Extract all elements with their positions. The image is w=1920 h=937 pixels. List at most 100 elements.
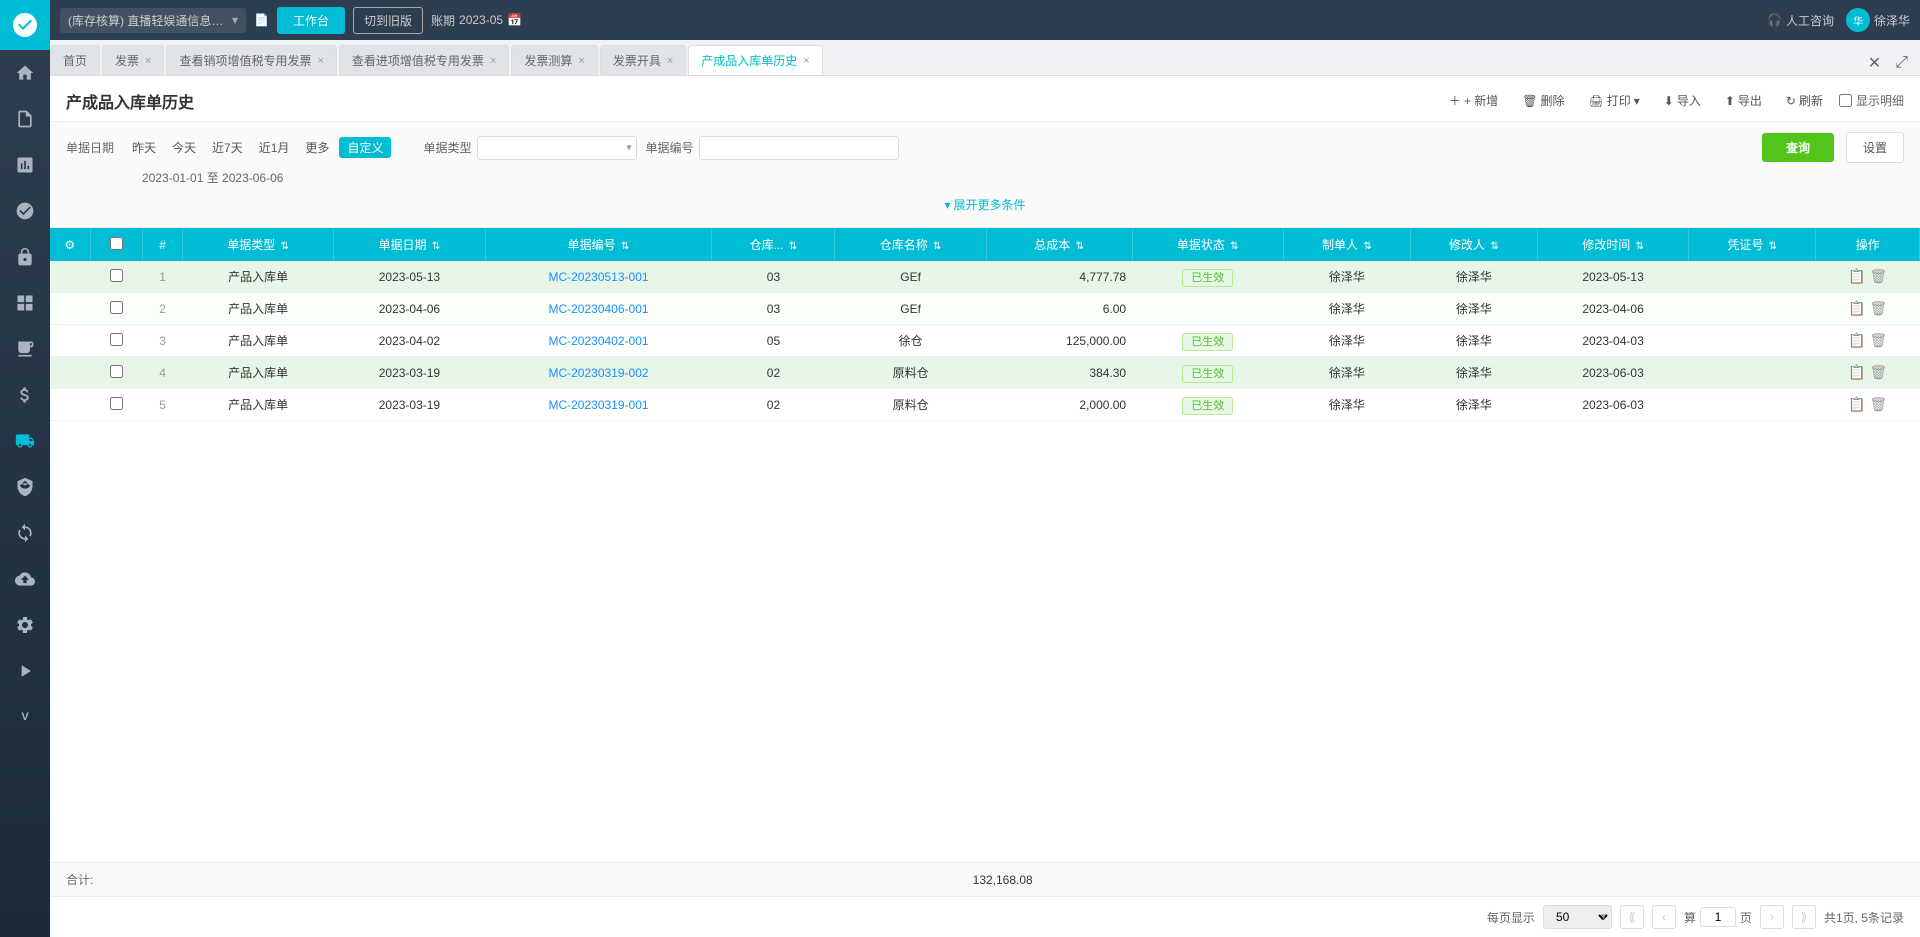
row-checkbox[interactable]	[110, 365, 123, 378]
tab-invoice-open-close[interactable]: ×	[667, 55, 673, 67]
app-logo[interactable]	[0, 0, 50, 50]
type-select[interactable]: 产品入库单	[477, 136, 637, 160]
warehouse-code-column-header[interactable]: 仓库... ⇅	[712, 228, 835, 261]
row-modify-time: 2023-06-03	[1537, 357, 1688, 389]
row-checkbox[interactable]	[110, 301, 123, 314]
delete-row-icon[interactable]: 🗑	[1869, 364, 1887, 381]
refresh-button[interactable]: ↻ 刷新	[1778, 88, 1831, 113]
print-button[interactable]: 🖨 打印 ▾	[1580, 88, 1647, 113]
tab-maximize-button[interactable]: ⤢	[1891, 52, 1912, 74]
tab-invoice[interactable]: 发票 ×	[102, 45, 164, 75]
row-number[interactable]: MC-20230402-001	[485, 325, 712, 357]
sidebar-item-gear2[interactable]	[0, 602, 50, 648]
date-sort-icon: ⇅	[432, 241, 440, 252]
tab-close-all-button[interactable]: ✕	[1864, 51, 1885, 75]
row-type: 产品入库单	[182, 293, 333, 325]
edit-icon[interactable]: 📋	[1848, 268, 1865, 285]
tab-home[interactable]: 首页	[50, 45, 100, 75]
import-button[interactable]: ⬇ 导入	[1656, 88, 1709, 113]
date-btn-7days[interactable]: 近7天	[206, 137, 249, 158]
row-number[interactable]: MC-20230513-001	[485, 261, 712, 293]
date-btn-custom[interactable]: 自定义	[339, 137, 391, 158]
tab-product-history-close[interactable]: ×	[803, 55, 809, 67]
delete-row-icon[interactable]: 🗑	[1869, 300, 1887, 317]
delete-row-icon[interactable]: 🗑	[1869, 332, 1887, 349]
number-filter-input[interactable]	[699, 136, 899, 160]
sidebar-item-upload[interactable]	[0, 556, 50, 602]
row-checkbox[interactable]	[110, 333, 123, 346]
date-btn-1month[interactable]: 近1月	[253, 137, 296, 158]
row-number[interactable]: MC-20230406-001	[485, 293, 712, 325]
status-column-header[interactable]: 单据状态 ⇅	[1132, 228, 1283, 261]
row-number[interactable]: MC-20230319-002	[485, 357, 712, 389]
creator-column-header[interactable]: 制单人 ⇅	[1283, 228, 1410, 261]
sidebar-item-grid[interactable]	[0, 280, 50, 326]
delete-button[interactable]: 🗑 删除	[1514, 88, 1572, 113]
tab-sales-vat[interactable]: 查看销项增值税专用发票 ×	[166, 45, 336, 75]
select-all-checkbox[interactable]	[110, 237, 123, 250]
last-page-button[interactable]: ⟫	[1792, 905, 1816, 929]
sidebar-item-stamp[interactable]	[0, 464, 50, 510]
page-size-select[interactable]: 10 20 50 100	[1543, 905, 1612, 929]
delete-row-icon[interactable]: 🗑	[1869, 268, 1887, 285]
page-number-input[interactable]	[1700, 907, 1736, 927]
sidebar-item-docs[interactable]	[0, 96, 50, 142]
edit-icon[interactable]: 📋	[1848, 364, 1865, 381]
modify-time-column-header[interactable]: 修改时间 ⇅	[1537, 228, 1688, 261]
settings-column-header[interactable]: ⚙	[50, 228, 90, 261]
warehouse-name-column-header[interactable]: 仓库名称 ⇅	[835, 228, 986, 261]
row-number[interactable]: MC-20230319-001	[485, 389, 712, 421]
next-page-button[interactable]: ›	[1760, 905, 1784, 929]
new-button[interactable]: ＋ + 新增	[1441, 88, 1506, 113]
edit-icon[interactable]: 📋	[1848, 300, 1865, 317]
workbench-button[interactable]: 工作台	[277, 7, 345, 34]
sidebar-item-home[interactable]	[0, 50, 50, 96]
tab-invoice-close[interactable]: ×	[145, 55, 151, 67]
company-selector[interactable]: (库存核算) 直播轻娱通信息技术股份... ▾	[60, 8, 246, 33]
sidebar-item-warehouse[interactable]	[0, 418, 50, 464]
sidebar-item-play[interactable]	[0, 648, 50, 694]
tab-purchase-vat-close[interactable]: ×	[490, 55, 496, 67]
sidebar-item-process[interactable]	[0, 510, 50, 556]
setting-button[interactable]: 设置	[1846, 132, 1904, 163]
sidebar-item-version[interactable]: V	[0, 694, 50, 740]
display-toggle[interactable]: 显示明细	[1839, 92, 1904, 109]
calendar-icon[interactable]: 📅	[507, 13, 522, 27]
export-button[interactable]: ⬆ 导出	[1717, 88, 1770, 113]
sidebar-item-chart[interactable]	[0, 142, 50, 188]
sidebar-item-lock[interactable]	[0, 234, 50, 280]
row-checkbox[interactable]	[110, 269, 123, 282]
switch-version-button[interactable]: 切到旧版	[353, 7, 423, 34]
total-cost-column-header[interactable]: 总成本 ⇅	[986, 228, 1132, 261]
voucher-column-header[interactable]: 凭证号 ⇅	[1689, 228, 1816, 261]
tab-invoice-calc-close[interactable]: ×	[578, 55, 584, 67]
user-info[interactable]: 华 徐泽华	[1846, 8, 1910, 32]
tab-invoice-calc[interactable]: 发票测算 ×	[511, 45, 597, 75]
tab-purchase-vat[interactable]: 查看进项增值税专用发票 ×	[339, 45, 509, 75]
num-column-header[interactable]: #	[143, 228, 183, 261]
expand-button[interactable]: ▾ 展开更多条件	[944, 196, 1025, 213]
edit-icon[interactable]: 📋	[1848, 396, 1865, 413]
tab-product-history[interactable]: 产成品入库单历史 ×	[688, 45, 822, 75]
row-checkbox[interactable]	[110, 397, 123, 410]
date-btn-today[interactable]: 今天	[166, 137, 202, 158]
type-column-header[interactable]: 单据类型 ⇅	[182, 228, 333, 261]
number-column-header[interactable]: 单据编号 ⇅	[485, 228, 712, 261]
date-column-header[interactable]: 单据日期 ⇅	[334, 228, 485, 261]
user-service[interactable]: 🎧 人工咨询	[1767, 12, 1834, 29]
delete-row-icon[interactable]: 🗑	[1869, 396, 1887, 413]
display-toggle-checkbox[interactable]	[1839, 94, 1852, 107]
tab-sales-vat-close[interactable]: ×	[317, 55, 323, 67]
sidebar-item-report[interactable]	[0, 326, 50, 372]
document-icon[interactable]: 📄	[254, 13, 269, 27]
first-page-button[interactable]: ⟪	[1620, 905, 1644, 929]
prev-page-button[interactable]: ‹	[1652, 905, 1676, 929]
date-btn-more[interactable]: 更多	[299, 137, 335, 158]
sidebar-item-settings[interactable]	[0, 188, 50, 234]
sidebar-item-money[interactable]	[0, 372, 50, 418]
modifier-column-header[interactable]: 修改人 ⇅	[1410, 228, 1537, 261]
edit-icon[interactable]: 📋	[1848, 332, 1865, 349]
query-button[interactable]: 查询	[1762, 133, 1834, 162]
tab-invoice-open[interactable]: 发票开具 ×	[600, 45, 686, 75]
date-btn-yesterday[interactable]: 昨天	[126, 137, 162, 158]
